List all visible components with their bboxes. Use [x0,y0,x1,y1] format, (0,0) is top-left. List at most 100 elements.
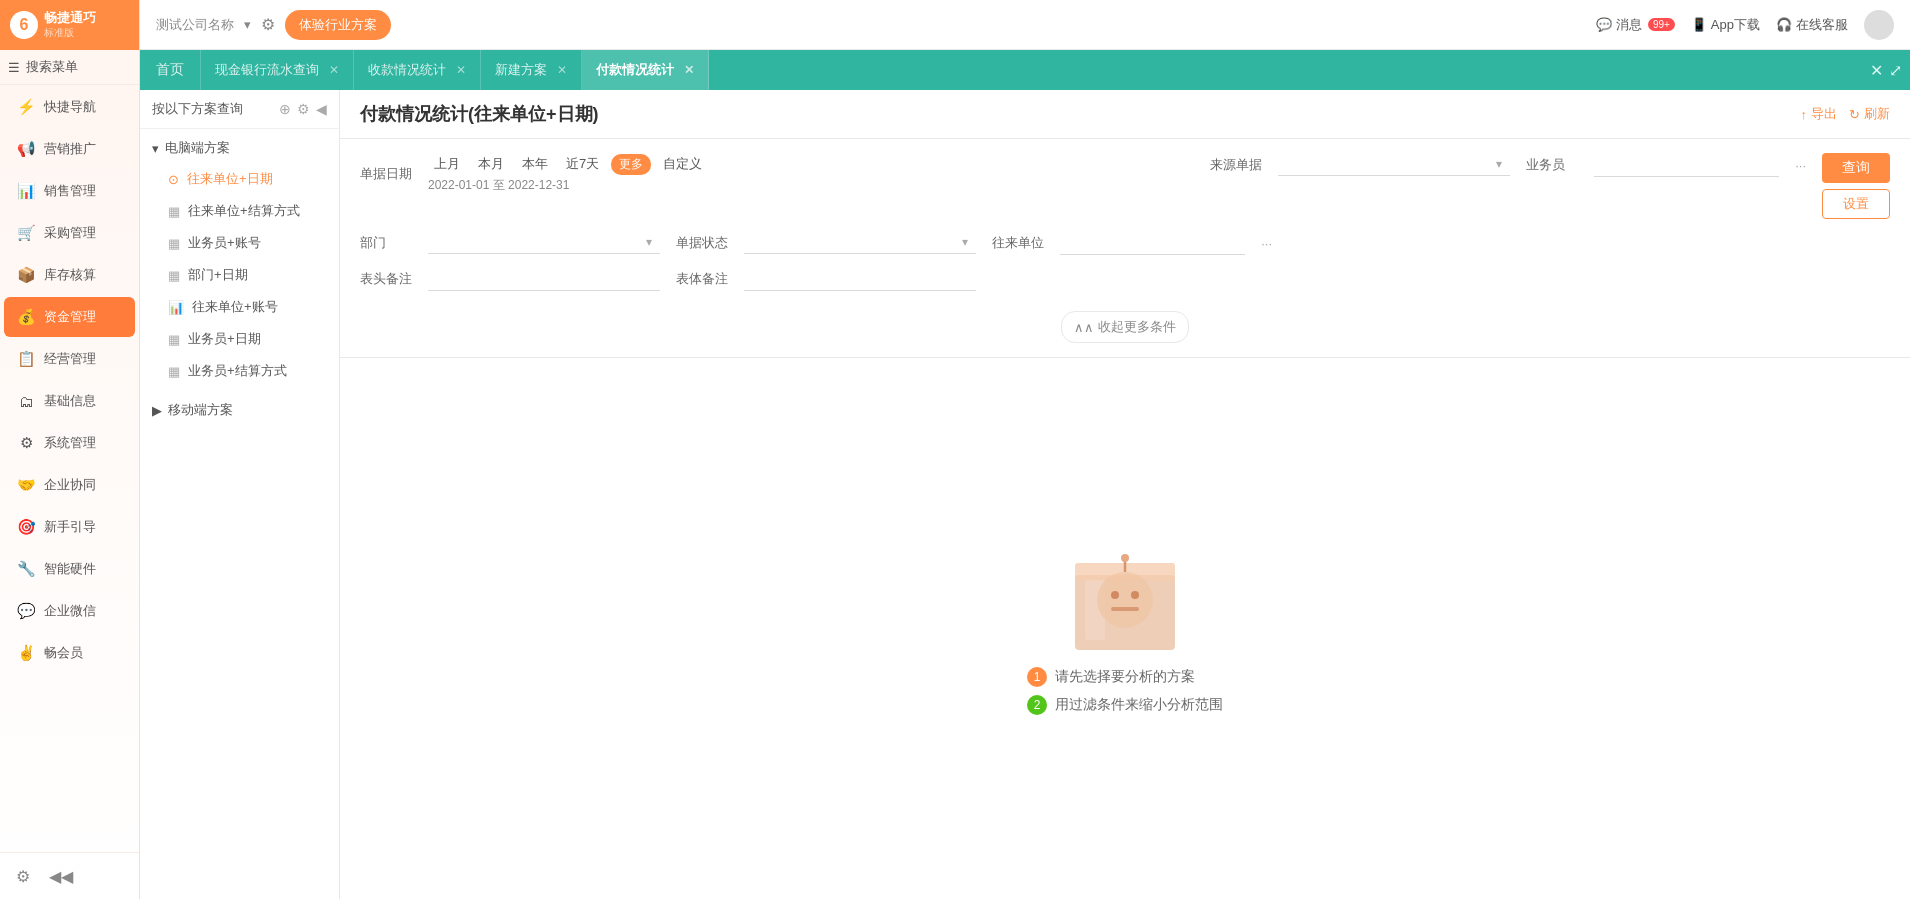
trial-btn[interactable]: 体验行业方案 [285,10,391,40]
app-download-label: App下载 [1711,16,1760,34]
online-service-label: 在线客服 [1796,16,1848,34]
tab-payments-close-icon[interactable]: ✕ [684,63,694,77]
topbar-left: 测试公司名称 ▾ ⚙ 体验行业方案 [156,10,1584,40]
sidebar-item-basic[interactable]: 🗂 基础信息 [4,381,135,421]
maximize-icon[interactable]: ⤢ [1889,61,1902,80]
schema-desktop-header[interactable]: ▾ 电脑端方案 [140,133,339,163]
schema-item-dept-date[interactable]: ▦ 部门+日期 [140,259,339,291]
tab-new-scheme[interactable]: 新建方案 ✕ [481,50,582,90]
scheme-icon-3: ▦ [168,236,180,251]
sidebar-bottom: ⚙ ◀◀ [0,852,139,899]
sidebar-item-inventory[interactable]: 📦 库存核算 [4,255,135,295]
refresh-label: 刷新 [1864,105,1890,123]
date-range-display: 2022-01-01 至 2022-12-31 [428,177,708,194]
sidebar-item-label: 智能硬件 [44,560,96,578]
dept-select[interactable]: ▾ [428,231,660,254]
tab-cashflow-close-icon[interactable]: ✕ [329,63,339,77]
sidebar: 6 畅捷通巧 标准版 ☰ 搜索菜单 ⚡ 快捷导航 📢 营销推广 📊 销售管理 🛒… [0,0,140,899]
scheme-icon-7: ▦ [168,364,180,379]
logo-icon: 6 [10,11,38,39]
content-area: 按以下方案查询 ⊕ ⚙ ◀ ▾ 电脑端方案 ⊙ 往来单位+日期 ▦ [140,90,1910,899]
partner-input[interactable] [1060,231,1245,255]
schema-item-label: 业务员+结算方式 [188,362,287,380]
schema-item-label: 往来单位+账号 [192,298,278,316]
schema-item-unit-settle[interactable]: ▦ 往来单位+结算方式 [140,195,339,227]
schema-item-staff-settle[interactable]: ▦ 业务员+结算方式 [140,355,339,387]
svg-point-3 [1097,572,1153,628]
settings-scheme-icon[interactable]: ⚙ [297,101,310,117]
date-options: 上月 本月 本年 近7天 更多 自定义 [428,153,708,175]
sidebar-item-wechat[interactable]: 💬 企业微信 [4,591,135,631]
sidebar-item-system[interactable]: ⚙ 系统管理 [4,423,135,463]
staff-input[interactable] [1594,153,1779,177]
close-window-icon[interactable]: ✕ [1870,61,1883,80]
more-dates-btn[interactable]: 更多 [611,154,651,175]
tab-home[interactable]: 首页 [140,50,201,90]
source-select[interactable]: ▾ [1278,153,1510,176]
sidebar-item-label: 企业微信 [44,602,96,620]
tab-cashflow-label: 现金银行流水查询 [215,61,319,79]
refresh-btn[interactable]: ↻ 刷新 [1849,105,1890,123]
this-month-btn[interactable]: 本月 [472,153,510,175]
search-label: 搜索菜单 [26,58,78,76]
collapse-sidebar-btn[interactable]: ◀◀ [46,861,76,891]
query-button[interactable]: 查询 [1822,153,1890,183]
sidebar-item-guide[interactable]: 🎯 新手引导 [4,507,135,547]
tab-receipts-close-icon[interactable]: ✕ [456,63,466,77]
topbar-settings-icon[interactable]: ⚙ [261,15,275,34]
schema-item-staff-account[interactable]: ▦ 业务员+账号 [140,227,339,259]
search-icon: ☰ [8,60,20,75]
body-remark-label: 表体备注 [676,270,736,288]
sidebar-item-label: 畅会员 [44,644,83,662]
schema-item-staff-date[interactable]: ▦ 业务员+日期 [140,323,339,355]
export-btn[interactable]: ↑ 导出 [1801,105,1838,123]
empty-state: 1 请先选择要分析的方案 2 用过滤条件来缩小分析范围 [340,358,1910,899]
last-month-btn[interactable]: 上月 [428,153,466,175]
this-year-btn[interactable]: 本年 [516,153,554,175]
tab-cashflow[interactable]: 现金银行流水查询 ✕ [201,50,354,90]
tabbar-actions: ✕ ⤢ [1862,50,1910,90]
export-icon: ↑ [1801,107,1808,122]
body-remark-input[interactable] [744,267,976,291]
purchase-icon: 🛒 [16,223,36,243]
user-avatar[interactable] [1864,10,1894,40]
schema-item-label: 业务员+日期 [188,330,261,348]
last-7days-btn[interactable]: 近7天 [560,153,605,175]
main-area: 测试公司名称 ▾ ⚙ 体验行业方案 💬 消息 99+ 📱 App下载 🎧 在线客… [140,0,1910,899]
docstatus-select[interactable]: ▾ [744,231,976,254]
sidebar-item-vip[interactable]: ✌ 畅会员 [4,633,135,673]
sidebar-item-sales[interactable]: 📊 销售管理 [4,171,135,211]
schema-mobile-header[interactable]: ▶ 移动端方案 [140,395,339,425]
partner-dots-icon[interactable]: ··· [1261,236,1272,251]
head-remark-label: 表头备注 [360,270,420,288]
head-remark-input[interactable] [428,267,660,291]
collapse-scheme-icon[interactable]: ◀ [316,101,327,117]
sidebar-item-enterprise[interactable]: 🤝 企业协同 [4,465,135,505]
sidebar-item-operation[interactable]: 📋 经营管理 [4,339,135,379]
tab-payments[interactable]: 付款情况统计 ✕ [582,50,709,90]
main-panel: 付款情况统计(往来单位+日期) ↑ 导出 ↻ 刷新 单 [340,90,1910,899]
schema-item-unit-account[interactable]: 📊 往来单位+账号 [140,291,339,323]
online-service-btn[interactable]: 🎧 在线客服 [1776,16,1848,34]
search-menu[interactable]: ☰ 搜索菜单 [0,50,139,85]
sidebar-item-finance[interactable]: 💰 资金管理 [4,297,135,337]
filter-row-3: 表头备注 表体备注 [360,267,1890,291]
messages-btn[interactable]: 💬 消息 99+ [1596,16,1675,34]
svg-point-8 [1121,554,1129,562]
custom-date-btn[interactable]: 自定义 [657,153,708,175]
sidebar-item-hardware[interactable]: 🔧 智能硬件 [4,549,135,589]
schema-item-unit-date[interactable]: ⊙ 往来单位+日期 [140,163,339,195]
sidebar-item-purchase[interactable]: 🛒 采购管理 [4,213,135,253]
collapse-filter-btn[interactable]: ∧∧ 收起更多条件 [1061,311,1189,343]
sidebar-item-marketing[interactable]: 📢 营销推广 [4,129,135,169]
tab-new-scheme-close-icon[interactable]: ✕ [557,63,567,77]
tab-receipts[interactable]: 收款情况统计 ✕ [354,50,481,90]
app-download-btn[interactable]: 📱 App下载 [1691,16,1760,34]
staff-dots-icon[interactable]: ··· [1795,158,1806,173]
sidebar-item-label: 采购管理 [44,224,96,242]
setting-button[interactable]: 设置 [1822,189,1890,219]
add-scheme-icon[interactable]: ⊕ [279,101,291,117]
settings-bottom-btn[interactable]: ⚙ [8,861,38,891]
sidebar-item-quicknav[interactable]: ⚡ 快捷导航 [4,87,135,127]
topbar-right: 💬 消息 99+ 📱 App下载 🎧 在线客服 [1596,10,1894,40]
